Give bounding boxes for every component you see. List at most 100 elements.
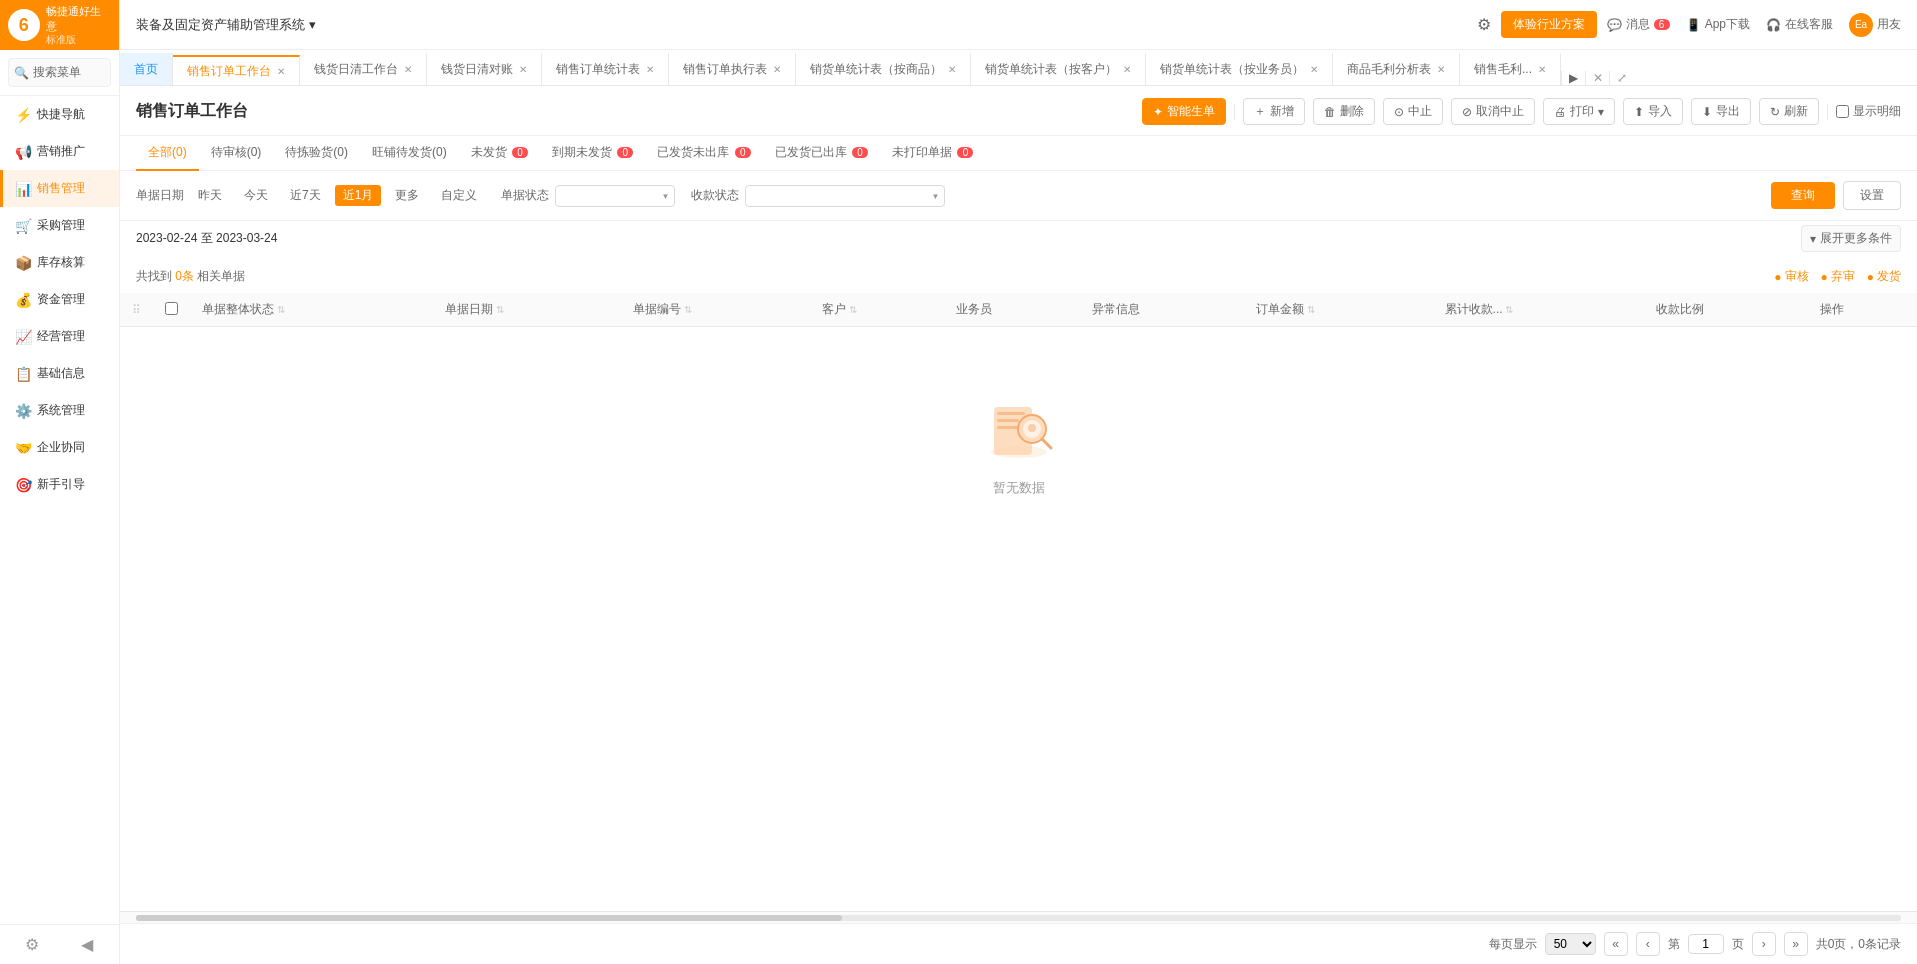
bulk-reject-button[interactable]: ● 弃审 — [1821, 268, 1855, 285]
bulk-audit-button[interactable]: ● 审核 — [1774, 268, 1808, 285]
date-custom-btn[interactable]: 自定义 — [433, 185, 485, 206]
payment-select[interactable] — [745, 185, 945, 207]
sub-tab-overdue-not-shipped[interactable]: 到期未发货 0 — [540, 136, 645, 171]
tab-gross-profit[interactable]: 商品毛利分析表 ✕ — [1333, 53, 1460, 85]
cancel-stop-button[interactable]: ⊘ 取消中止 — [1451, 98, 1535, 125]
phone-icon: 📱 — [1686, 18, 1701, 32]
stop-button[interactable]: ⊙ 中止 — [1383, 98, 1443, 125]
col-customer[interactable]: 客户 — [810, 293, 944, 327]
tab-close-sales-workbench[interactable]: ✕ — [277, 66, 285, 77]
import-button[interactable]: ⬆ 导入 — [1623, 98, 1683, 125]
date-more-btn[interactable]: 更多 — [387, 185, 427, 206]
query-button[interactable]: 查询 — [1771, 182, 1835, 209]
refresh-button[interactable]: ↻ 刷新 — [1759, 98, 1819, 125]
last-page-button[interactable]: » — [1784, 932, 1808, 956]
tab-close-cash-daily[interactable]: ✕ — [404, 64, 412, 75]
tab-sales-more[interactable]: 销售毛利... ✕ — [1460, 53, 1561, 85]
col-amount[interactable]: 订单金额 — [1244, 293, 1432, 327]
sidebar-item-finance[interactable]: 💰 资金管理 — [0, 281, 119, 318]
page-number-input[interactable] — [1688, 934, 1724, 954]
tab-close-sales-summary-customer[interactable]: ✕ — [1123, 64, 1131, 75]
date-7days-btn[interactable]: 近7天 — [282, 185, 329, 206]
tab-close-sales-more[interactable]: ✕ — [1538, 64, 1546, 75]
sub-tab-all[interactable]: 全部(0) — [136, 136, 199, 171]
sidebar-item-guide[interactable]: 🎯 新手引导 — [0, 466, 119, 503]
bulk-ship-button[interactable]: ● 发货 — [1867, 268, 1901, 285]
online-service-button[interactable]: 🎧 在线客服 — [1766, 16, 1833, 33]
date-yesterday-btn[interactable]: 昨天 — [190, 185, 230, 206]
ai-generate-button[interactable]: ✦ 智能生单 — [1142, 98, 1226, 125]
collapse-sidebar-button[interactable]: ◀ — [65, 935, 110, 954]
sub-tabs: 全部(0) 待审核(0) 待拣验货(0) 旺铺待发货(0) 未发货 0 到期未发… — [120, 136, 1917, 171]
search-menu-button[interactable]: 🔍 搜索菜单 — [8, 58, 111, 87]
industry-solution-button[interactable]: 体验行业方案 — [1501, 11, 1597, 38]
sub-tab-pending-audit[interactable]: 待审核(0) — [199, 136, 274, 171]
tab-sales-exec[interactable]: 销售订单执行表 ✕ — [669, 53, 796, 85]
tab-sales-workbench[interactable]: 销售订单工作台 ✕ — [173, 55, 300, 86]
tab-sales-summary-customer[interactable]: 销货单统计表（按客户） ✕ — [971, 53, 1146, 85]
sub-tab-shipped-out[interactable]: 已发货已出库 0 — [763, 136, 880, 171]
sidebar-item-quick-nav[interactable]: ⚡ 快捷导航 — [0, 96, 119, 133]
sidebar-item-basic[interactable]: 📋 基础信息 — [0, 355, 119, 392]
page-title-row: 销售订单工作台 — [136, 101, 248, 132]
col-collected[interactable]: 累计收款... — [1433, 293, 1644, 327]
delete-button[interactable]: 🗑 删除 — [1313, 98, 1375, 125]
show-detail-label[interactable]: 显示明细 — [1836, 103, 1901, 120]
gear-settings-icon[interactable]: ⚙ — [1477, 15, 1491, 34]
col-number[interactable]: 单据编号 — [621, 293, 809, 327]
empty-state: 暂无数据 — [120, 327, 1917, 557]
prev-page-button[interactable]: ‹ — [1636, 932, 1660, 956]
date-today-btn[interactable]: 今天 — [236, 185, 276, 206]
tabs-expand-button[interactable]: ⤢ — [1609, 71, 1633, 85]
tabs-scroll-right-button[interactable]: ▶ — [1561, 71, 1585, 85]
tab-close-sales-exec[interactable]: ✕ — [773, 64, 781, 75]
user-menu-button[interactable]: Ea 用友 — [1849, 13, 1901, 37]
tab-close-sales-summary-staff[interactable]: ✕ — [1310, 64, 1318, 75]
scroll-thumb[interactable] — [136, 915, 842, 921]
add-button[interactable]: ＋ 新增 — [1243, 98, 1305, 125]
settings-button[interactable]: ⚙ — [10, 935, 55, 954]
print-button[interactable]: 🖨 打印 ▾ — [1543, 98, 1615, 125]
sub-tab-not-printed[interactable]: 未打印单据 0 — [880, 136, 985, 171]
sidebar-item-inventory[interactable]: 📦 库存核算 — [0, 244, 119, 281]
tab-close-cash-reconcile[interactable]: ✕ — [519, 64, 527, 75]
tab-close-sales-summary-product[interactable]: ✕ — [948, 64, 956, 75]
tab-home[interactable]: 首页 — [120, 53, 173, 85]
tab-close-gross-profit[interactable]: ✕ — [1437, 64, 1445, 75]
tab-sales-summary-product[interactable]: 销货单统计表（按商品） ✕ — [796, 53, 971, 85]
sidebar-item-purchase[interactable]: 🛒 采购管理 — [0, 207, 119, 244]
per-page-select[interactable]: 50 10 20 100 — [1545, 933, 1596, 955]
date-1month-btn[interactable]: 近1月 — [335, 185, 382, 206]
sub-tab-shipped-not-out[interactable]: 已发货未出库 0 — [645, 136, 762, 171]
setting-button[interactable]: 设置 — [1843, 181, 1901, 210]
tab-sales-stat[interactable]: 销售订单统计表 ✕ — [542, 53, 669, 85]
horizontal-scroll[interactable] — [120, 911, 1917, 923]
sub-tab-pending-check[interactable]: 待拣验货(0) — [273, 136, 360, 171]
tabs-close-all-button[interactable]: ✕ — [1585, 71, 1609, 85]
col-date[interactable]: 单据日期 — [433, 293, 621, 327]
export-button[interactable]: ⬇ 导出 — [1691, 98, 1751, 125]
sub-tab-wangpu-pending[interactable]: 旺铺待发货(0) — [360, 136, 459, 171]
select-all-checkbox[interactable] — [165, 302, 178, 315]
show-detail-checkbox[interactable] — [1836, 105, 1849, 118]
tab-cash-reconcile[interactable]: 钱货日清对账 ✕ — [427, 53, 542, 85]
empty-text: 暂无数据 — [993, 479, 1045, 497]
col-status[interactable]: 单据整体状态 — [190, 293, 433, 327]
sidebar-item-operation[interactable]: 📈 经营管理 — [0, 318, 119, 355]
app-download-button[interactable]: 📱 App下载 — [1686, 16, 1750, 33]
ship-icon: ● — [1867, 270, 1874, 284]
next-page-button[interactable]: › — [1752, 932, 1776, 956]
system-title-dropdown[interactable]: 装备及固定资产辅助管理系统 ▾ — [136, 16, 316, 34]
status-select[interactable] — [555, 185, 675, 207]
sub-tab-not-shipped[interactable]: 未发货 0 — [459, 136, 540, 171]
tab-sales-summary-staff[interactable]: 销货单统计表（按业务员） ✕ — [1146, 53, 1333, 85]
tab-cash-daily[interactable]: 钱货日清工作台 ✕ — [300, 53, 427, 85]
sidebar-item-marketing[interactable]: 📢 营销推广 — [0, 133, 119, 170]
sidebar-item-enterprise[interactable]: 🤝 企业协同 — [0, 429, 119, 466]
expand-more-conditions-button[interactable]: ▾ 展开更多条件 — [1801, 225, 1901, 252]
tab-close-sales-stat[interactable]: ✕ — [646, 64, 654, 75]
message-button[interactable]: 💬 消息 6 — [1607, 16, 1670, 33]
sidebar-item-system[interactable]: ⚙️ 系统管理 — [0, 392, 119, 429]
first-page-button[interactable]: « — [1604, 932, 1628, 956]
sidebar-item-sales[interactable]: 📊 销售管理 — [0, 170, 119, 207]
